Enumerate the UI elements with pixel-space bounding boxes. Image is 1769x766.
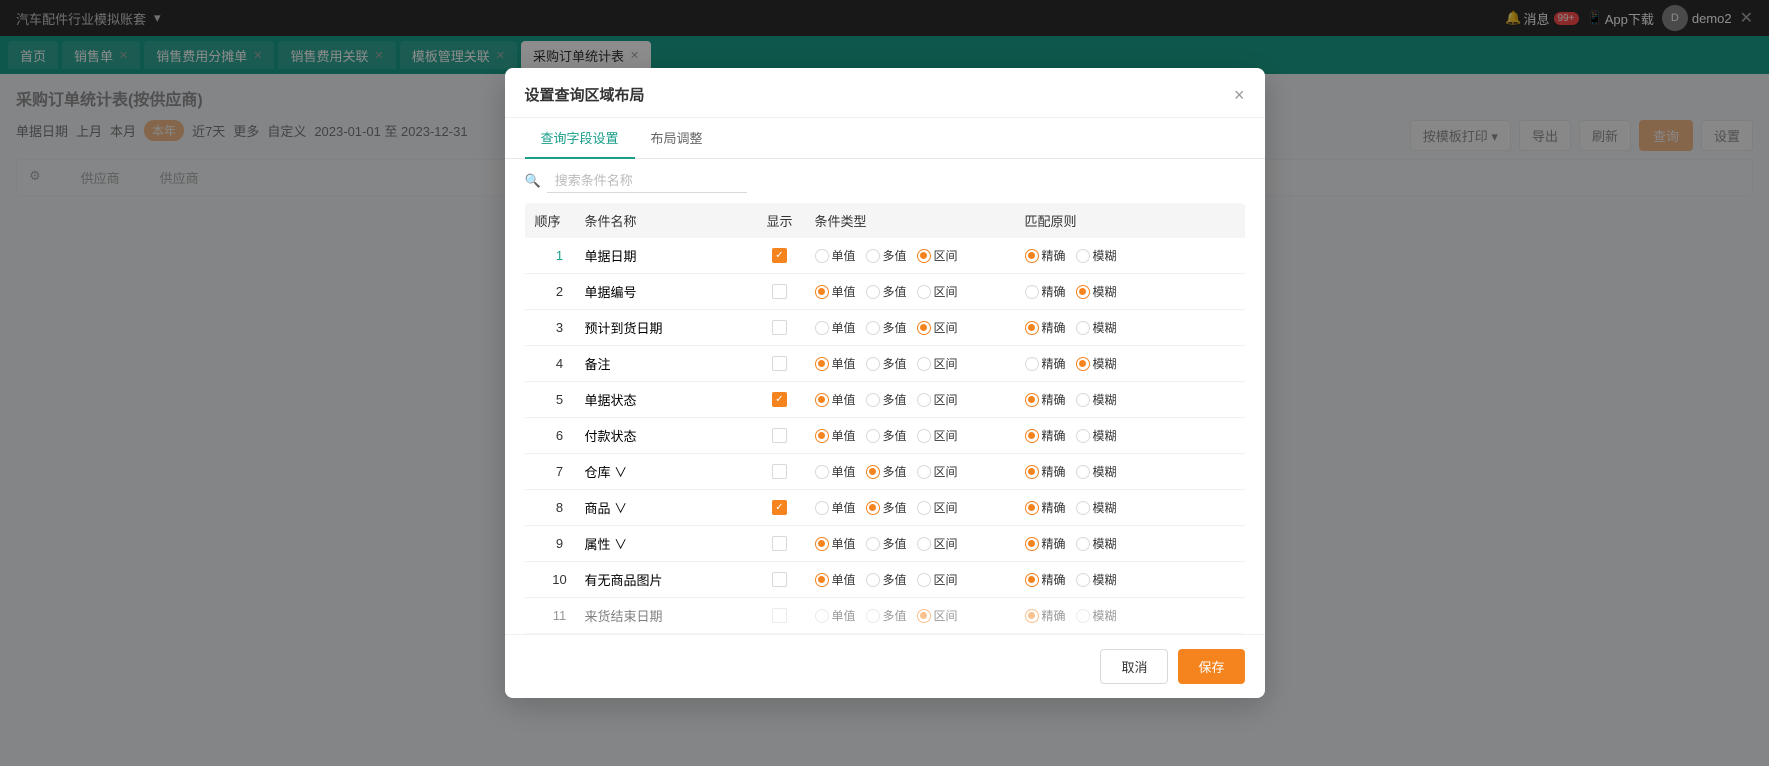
match-exact-2[interactable]: 精确 xyxy=(1025,283,1066,300)
tab-query-fields[interactable]: 查询字段设置 xyxy=(525,118,635,159)
match-exact-3[interactable]: 精确 xyxy=(1025,319,1066,336)
dialog-footer: 取消 保存 xyxy=(505,634,1265,698)
match-fuzzy-10[interactable]: 模糊 xyxy=(1076,571,1117,588)
table-row: 6 付款状态 单值 多值 区间 精确 模糊 xyxy=(525,418,1245,454)
type-multi-10[interactable]: 多值 xyxy=(866,571,907,588)
type-single-11[interactable]: 单值 xyxy=(815,607,856,624)
type-multi-11[interactable]: 多值 xyxy=(866,607,907,624)
type-range-5[interactable]: 区间 xyxy=(917,391,958,408)
match-exact-1[interactable]: 精确 xyxy=(1025,247,1066,264)
search-icon: 🔍 xyxy=(525,173,541,189)
type-range-6[interactable]: 区间 xyxy=(917,427,958,444)
table-row: 10 有无商品图片 单值 多值 区间 精确 模糊 xyxy=(525,562,1245,598)
table-row: 9 属性 ∨ 单值 多值 区间 精确 模糊 xyxy=(525,526,1245,562)
dialog-search-area: 🔍 xyxy=(505,159,1265,193)
display-checkbox-3[interactable] xyxy=(772,320,787,335)
type-multi-6[interactable]: 多值 xyxy=(866,427,907,444)
match-exact-11[interactable]: 精确 xyxy=(1025,607,1066,624)
match-exact-8[interactable]: 精确 xyxy=(1025,499,1066,516)
dialog-title: 设置查询区域布局 xyxy=(525,84,645,105)
match-fuzzy-4[interactable]: 模糊 xyxy=(1076,355,1117,372)
dialog-close-btn[interactable]: × xyxy=(1234,86,1245,104)
display-checkbox-5[interactable] xyxy=(772,392,787,407)
save-button[interactable]: 保存 xyxy=(1178,649,1244,684)
type-single-3[interactable]: 单值 xyxy=(815,319,856,336)
match-exact-6[interactable]: 精确 xyxy=(1025,427,1066,444)
display-checkbox-7[interactable] xyxy=(772,464,787,479)
conditions-table: 顺序 条件名称 显示 条件类型 匹配原则 1 单据日期 单值 多值 区间 xyxy=(525,203,1245,634)
col-order: 顺序 xyxy=(535,211,585,230)
table-row: 4 备注 单值 多值 区间 精确 模糊 xyxy=(525,346,1245,382)
match-fuzzy-3[interactable]: 模糊 xyxy=(1076,319,1117,336)
type-multi-8[interactable]: 多值 xyxy=(866,499,907,516)
match-fuzzy-11[interactable]: 模糊 xyxy=(1076,607,1117,624)
type-single-5[interactable]: 单值 xyxy=(815,391,856,408)
table-header-row: 顺序 条件名称 显示 条件类型 匹配原则 xyxy=(525,203,1245,238)
settings-dialog: 设置查询区域布局 × 查询字段设置 布局调整 🔍 顺序 条件名称 显示 条件类型 xyxy=(505,68,1265,698)
type-single-9[interactable]: 单值 xyxy=(815,535,856,552)
type-single-6[interactable]: 单值 xyxy=(815,427,856,444)
type-single-2[interactable]: 单值 xyxy=(815,283,856,300)
display-checkbox-1[interactable] xyxy=(772,248,787,263)
display-checkbox-11[interactable] xyxy=(772,608,787,623)
match-exact-5[interactable]: 精确 xyxy=(1025,391,1066,408)
match-exact-7[interactable]: 精确 xyxy=(1025,463,1066,480)
match-fuzzy-1[interactable]: 模糊 xyxy=(1076,247,1117,264)
type-range-10[interactable]: 区间 xyxy=(917,571,958,588)
type-single-7[interactable]: 单值 xyxy=(815,463,856,480)
type-range-3[interactable]: 区间 xyxy=(917,319,958,336)
cancel-button[interactable]: 取消 xyxy=(1100,649,1168,684)
type-multi-9[interactable]: 多值 xyxy=(866,535,907,552)
type-range-1[interactable]: 区间 xyxy=(917,247,958,264)
display-checkbox-8[interactable] xyxy=(772,500,787,515)
type-multi-5[interactable]: 多值 xyxy=(866,391,907,408)
type-multi-2[interactable]: 多值 xyxy=(866,283,907,300)
table-row: 11 来货结束日期 单值 多值 区间 精确 模糊 xyxy=(525,598,1245,634)
match-fuzzy-2[interactable]: 模糊 xyxy=(1076,283,1117,300)
table-row: 3 预计到货日期 单值 多值 区间 精确 模糊 xyxy=(525,310,1245,346)
type-multi-7[interactable]: 多值 xyxy=(866,463,907,480)
type-multi-3[interactable]: 多值 xyxy=(866,319,907,336)
type-single-4[interactable]: 单值 xyxy=(815,355,856,372)
display-checkbox-2[interactable] xyxy=(772,284,787,299)
type-range-7[interactable]: 区间 xyxy=(917,463,958,480)
col-condition-type: 条件类型 xyxy=(815,211,1025,230)
table-row: 1 单据日期 单值 多值 区间 精确 模糊 xyxy=(525,238,1245,274)
type-single-8[interactable]: 单值 xyxy=(815,499,856,516)
condition-search-input[interactable] xyxy=(547,169,747,193)
dialog-tabs: 查询字段设置 布局调整 xyxy=(505,118,1265,159)
col-match-rule: 匹配原则 xyxy=(1025,211,1235,230)
type-range-8[interactable]: 区间 xyxy=(917,499,958,516)
type-range-2[interactable]: 区间 xyxy=(917,283,958,300)
type-multi-1[interactable]: 多值 xyxy=(866,247,907,264)
modal-overlay: 设置查询区域布局 × 查询字段设置 布局调整 🔍 顺序 条件名称 显示 条件类型 xyxy=(0,0,1769,766)
table-row: 2 单据编号 单值 多值 区间 精确 模糊 xyxy=(525,274,1245,310)
table-row: 5 单据状态 单值 多值 区间 精确 模糊 xyxy=(525,382,1245,418)
match-exact-9[interactable]: 精确 xyxy=(1025,535,1066,552)
tab-layout-adjust[interactable]: 布局调整 xyxy=(635,118,719,159)
dialog-header: 设置查询区域布局 × xyxy=(505,68,1265,118)
table-row: 8 商品 ∨ 单值 多值 区间 精确 模糊 xyxy=(525,490,1245,526)
display-checkbox-9[interactable] xyxy=(772,536,787,551)
match-exact-4[interactable]: 精确 xyxy=(1025,355,1066,372)
type-range-9[interactable]: 区间 xyxy=(917,535,958,552)
match-fuzzy-9[interactable]: 模糊 xyxy=(1076,535,1117,552)
type-single-1[interactable]: 单值 xyxy=(815,247,856,264)
type-multi-4[interactable]: 多值 xyxy=(866,355,907,372)
type-single-10[interactable]: 单值 xyxy=(815,571,856,588)
match-exact-10[interactable]: 精确 xyxy=(1025,571,1066,588)
display-checkbox-10[interactable] xyxy=(772,572,787,587)
match-fuzzy-5[interactable]: 模糊 xyxy=(1076,391,1117,408)
match-fuzzy-7[interactable]: 模糊 xyxy=(1076,463,1117,480)
type-range-11[interactable]: 区间 xyxy=(917,607,958,624)
display-checkbox-6[interactable] xyxy=(772,428,787,443)
col-display: 显示 xyxy=(745,211,815,230)
col-name: 条件名称 xyxy=(585,211,745,230)
match-fuzzy-8[interactable]: 模糊 xyxy=(1076,499,1117,516)
table-row: 7 仓库 ∨ 单值 多值 区间 精确 模糊 xyxy=(525,454,1245,490)
type-range-4[interactable]: 区间 xyxy=(917,355,958,372)
match-fuzzy-6[interactable]: 模糊 xyxy=(1076,427,1117,444)
display-checkbox-4[interactable] xyxy=(772,356,787,371)
